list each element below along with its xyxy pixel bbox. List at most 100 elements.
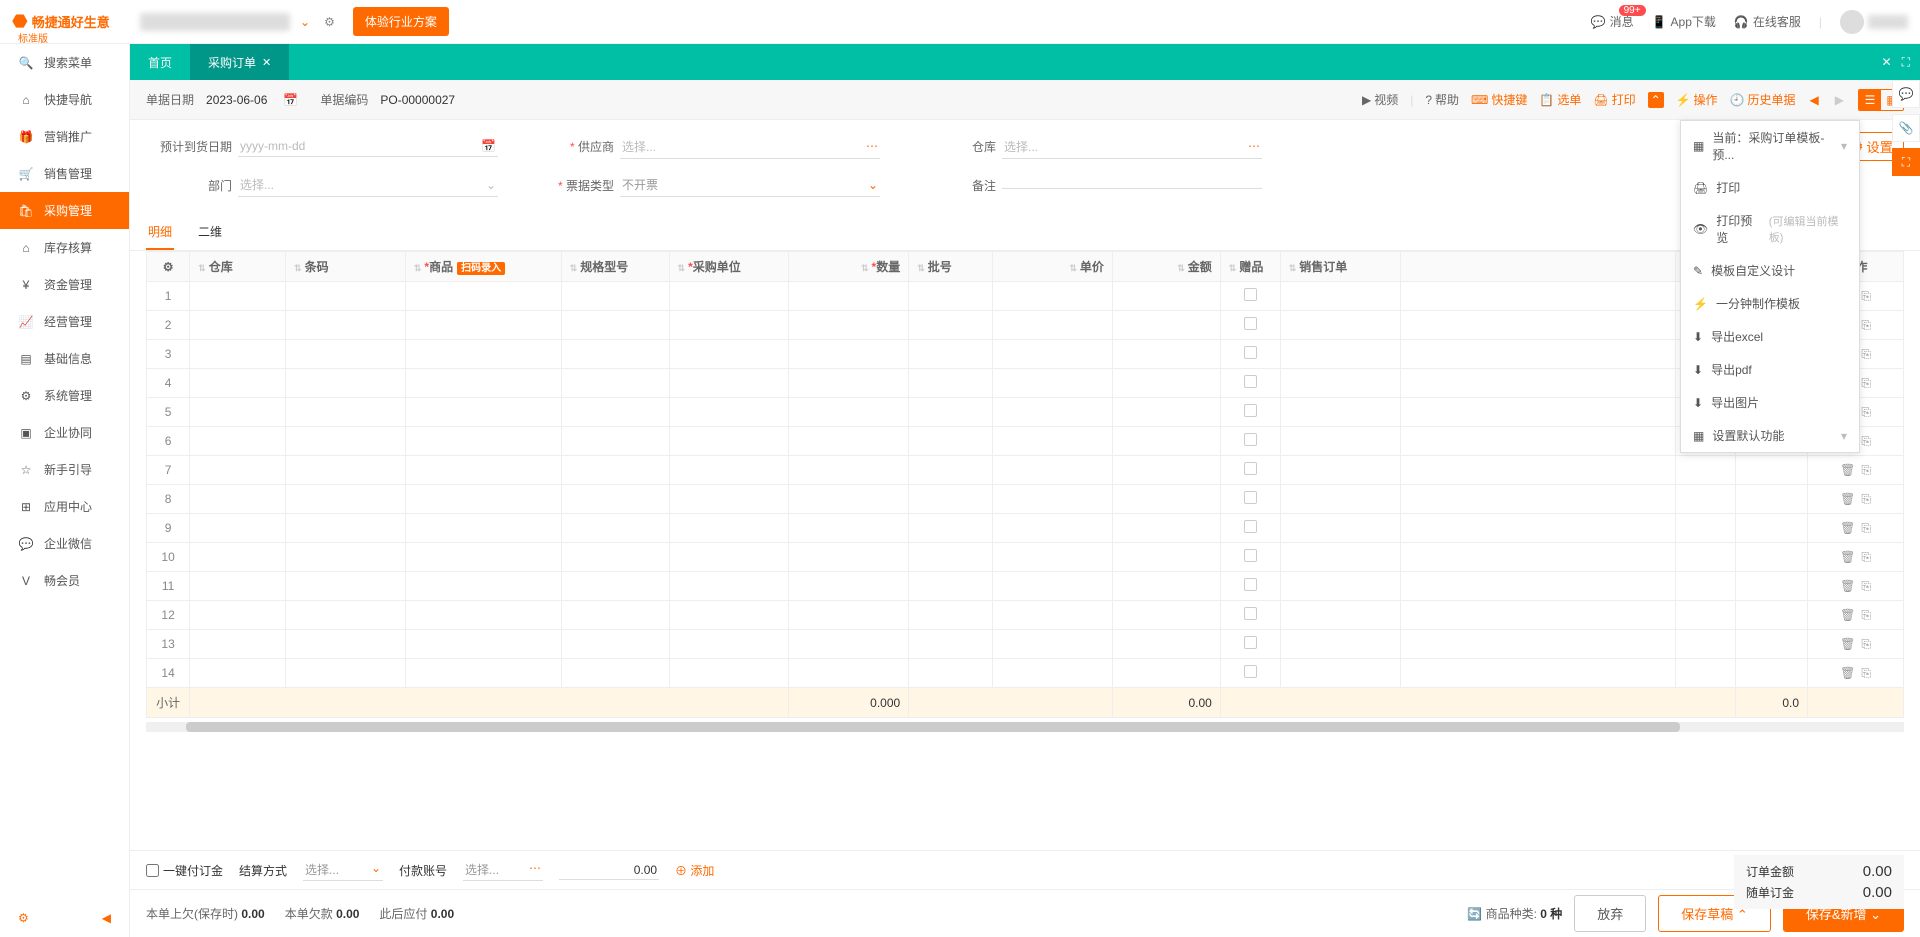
tab-detail[interactable]: 明细 bbox=[146, 215, 174, 250]
table-row[interactable]: 8🗑⎘ bbox=[147, 485, 1904, 514]
fullscreen-icon[interactable]: ⛶ bbox=[1902, 55, 1910, 70]
sidebar-item-6[interactable]: ¥资金管理 bbox=[0, 266, 129, 303]
menu-quick-template[interactable]: ⚡一分钟制作模板 bbox=[1681, 287, 1859, 320]
col-spec[interactable]: ⇅规格型号 bbox=[561, 252, 669, 282]
table-row[interactable]: 3🗑⎘ bbox=[147, 340, 1904, 369]
gear-icon[interactable]: ⚙ bbox=[324, 15, 335, 29]
sidebar-item-14[interactable]: V畅会员 bbox=[0, 562, 129, 599]
menu-print-preview[interactable]: 👁 打印预览 (可编辑当前模板) bbox=[1681, 204, 1859, 254]
col-price[interactable]: ⇅单价 bbox=[993, 252, 1113, 282]
table-row[interactable]: 13🗑⎘ bbox=[147, 630, 1904, 659]
online-service-link[interactable]: 🎧 在线客服 bbox=[1734, 13, 1801, 30]
col-warehouse[interactable]: ⇅仓库 bbox=[190, 252, 286, 282]
tab-purchase-order[interactable]: 采购订单 ✕ bbox=[190, 44, 289, 80]
more-icon[interactable]: ⋯ bbox=[1248, 139, 1260, 153]
copy-row-icon[interactable]: ⎘ bbox=[1861, 289, 1871, 303]
col-amount[interactable]: ⇅金额 bbox=[1112, 252, 1220, 282]
sidebar-item-10[interactable]: ▣企业协同 bbox=[0, 414, 129, 451]
table-row[interactable]: 2🗑⎘ bbox=[147, 311, 1904, 340]
gift-checkbox[interactable] bbox=[1244, 375, 1257, 388]
menu-set-default[interactable]: ▦ 设置默认功能 ▾ bbox=[1681, 419, 1859, 452]
copy-row-icon[interactable]: ⎘ bbox=[1861, 521, 1871, 535]
shortcut-link[interactable]: ⌨ 快捷键 bbox=[1471, 91, 1527, 108]
sidebar-item-7[interactable]: 📈经营管理 bbox=[0, 303, 129, 340]
rail-expand-icon[interactable]: ⛶ bbox=[1892, 148, 1920, 176]
sidebar-item-8[interactable]: ▤基础信息 bbox=[0, 340, 129, 377]
copy-row-icon[interactable]: ⎘ bbox=[1861, 434, 1871, 448]
copy-row-icon[interactable]: ⎘ bbox=[1861, 405, 1871, 419]
delete-row-icon[interactable]: 🗑 bbox=[1840, 492, 1855, 506]
org-selector[interactable]: ⌄ bbox=[140, 13, 310, 31]
rail-attach-icon[interactable]: 📎 bbox=[1892, 114, 1920, 142]
next-doc-icon[interactable]: ▶ bbox=[1833, 93, 1846, 107]
try-plan-button[interactable]: 体验行业方案 bbox=[353, 7, 449, 36]
copy-row-icon[interactable]: ⎘ bbox=[1861, 347, 1871, 361]
sidebar-item-11[interactable]: ☆新手引导 bbox=[0, 451, 129, 488]
gift-checkbox[interactable] bbox=[1244, 578, 1257, 591]
col-gift[interactable]: ⇅赠品 bbox=[1220, 252, 1280, 282]
copy-row-icon[interactable]: ⎘ bbox=[1861, 492, 1871, 506]
gift-checkbox[interactable] bbox=[1244, 549, 1257, 562]
supplier-input[interactable]: 选择... ⋯ bbox=[620, 135, 880, 159]
copy-row-icon[interactable]: ⎘ bbox=[1861, 376, 1871, 390]
gift-checkbox[interactable] bbox=[1244, 288, 1257, 301]
copy-row-icon[interactable]: ⎘ bbox=[1861, 550, 1871, 564]
col-sales-order[interactable]: ⇅销售订单 bbox=[1280, 252, 1400, 282]
gift-checkbox[interactable] bbox=[1244, 317, 1257, 330]
print-expand-icon[interactable]: ⌃ bbox=[1648, 92, 1664, 108]
gift-checkbox[interactable] bbox=[1244, 636, 1257, 649]
messages-link[interactable]: 💬 消息 99+ bbox=[1591, 13, 1634, 30]
col-qty[interactable]: ⇅*数量 bbox=[789, 252, 909, 282]
copy-row-icon[interactable]: ⎘ bbox=[1861, 608, 1871, 622]
settings-icon[interactable]: ⚙ bbox=[18, 911, 29, 925]
copy-row-icon[interactable]: ⎘ bbox=[1861, 666, 1871, 680]
table-row[interactable]: 4🗑⎘ bbox=[147, 369, 1904, 398]
menu-template-design[interactable]: ✎模板自定义设计 bbox=[1681, 254, 1859, 287]
expected-date-input[interactable]: yyyy-mm-dd 📅 bbox=[238, 136, 498, 157]
gift-checkbox[interactable] bbox=[1244, 404, 1257, 417]
more-icon[interactable]: ⋯ bbox=[866, 139, 878, 153]
date-value[interactable]: 2023-06-06 bbox=[206, 93, 267, 107]
copy-row-icon[interactable]: ⎘ bbox=[1861, 637, 1871, 651]
warehouse-input[interactable]: 选择... ⋯ bbox=[1002, 135, 1262, 159]
prev-doc-icon[interactable]: ◀ bbox=[1808, 93, 1821, 107]
gift-checkbox[interactable] bbox=[1244, 520, 1257, 533]
table-row[interactable]: 10🗑⎘ bbox=[147, 543, 1904, 572]
gift-checkbox[interactable] bbox=[1244, 607, 1257, 620]
table-row[interactable]: 11🗑⎘ bbox=[147, 572, 1904, 601]
sidebar-item-3[interactable]: 🛒销售管理 bbox=[0, 155, 129, 192]
pay-amount[interactable]: 0.00 bbox=[559, 861, 659, 880]
add-payment-link[interactable]: ⊕ 添加 bbox=[675, 862, 714, 879]
app-download-link[interactable]: 📱 App下载 bbox=[1652, 13, 1716, 30]
col-batch[interactable]: ⇅批号 bbox=[909, 252, 993, 282]
sidebar-item-12[interactable]: ⊞应用中心 bbox=[0, 488, 129, 525]
gift-checkbox[interactable] bbox=[1244, 665, 1257, 678]
col-gear[interactable]: ⚙ bbox=[147, 252, 190, 282]
gift-checkbox[interactable] bbox=[1244, 346, 1257, 359]
col-product[interactable]: ⇅*商品扫码录入 bbox=[405, 252, 561, 282]
menu-export-img[interactable]: ⬇导出图片 bbox=[1681, 386, 1859, 419]
calendar-icon[interactable]: 📅 bbox=[283, 93, 298, 107]
remark-input[interactable] bbox=[1002, 182, 1262, 189]
copy-row-icon[interactable]: ⎘ bbox=[1861, 318, 1871, 332]
discard-button[interactable]: 放弃 bbox=[1574, 895, 1646, 932]
select-doc-link[interactable]: 📋 选单 bbox=[1539, 91, 1581, 108]
help-link[interactable]: ? 帮助 bbox=[1425, 91, 1459, 108]
horizontal-scrollbar[interactable] bbox=[146, 722, 1904, 732]
settle-method-select[interactable]: 选择...⌄ bbox=[303, 859, 383, 881]
sidebar-item-1[interactable]: ⌂快捷导航 bbox=[0, 81, 129, 118]
calendar-icon[interactable]: 📅 bbox=[481, 139, 496, 153]
user-menu[interactable] bbox=[1840, 10, 1908, 34]
template-current[interactable]: ▦ 当前：采购订单模板-预... ▾ bbox=[1681, 121, 1859, 171]
delete-row-icon[interactable]: 🗑 bbox=[1840, 463, 1855, 477]
sidebar-item-5[interactable]: ⌂库存核算 bbox=[0, 229, 129, 266]
dept-input[interactable]: 选择... ⌄ bbox=[238, 173, 498, 197]
gift-checkbox[interactable] bbox=[1244, 462, 1257, 475]
menu-print[interactable]: 🖨打印 bbox=[1681, 171, 1859, 204]
table-row[interactable]: 1🗑⎘ bbox=[147, 282, 1904, 311]
copy-row-icon[interactable]: ⎘ bbox=[1861, 579, 1871, 593]
delete-row-icon[interactable]: 🗑 bbox=[1840, 579, 1855, 593]
tab-close-all-icon[interactable]: ✕ bbox=[1882, 55, 1892, 70]
table-row[interactable]: 7🗑⎘ bbox=[147, 456, 1904, 485]
sidebar-item-13[interactable]: 💬企业微信 bbox=[0, 525, 129, 562]
